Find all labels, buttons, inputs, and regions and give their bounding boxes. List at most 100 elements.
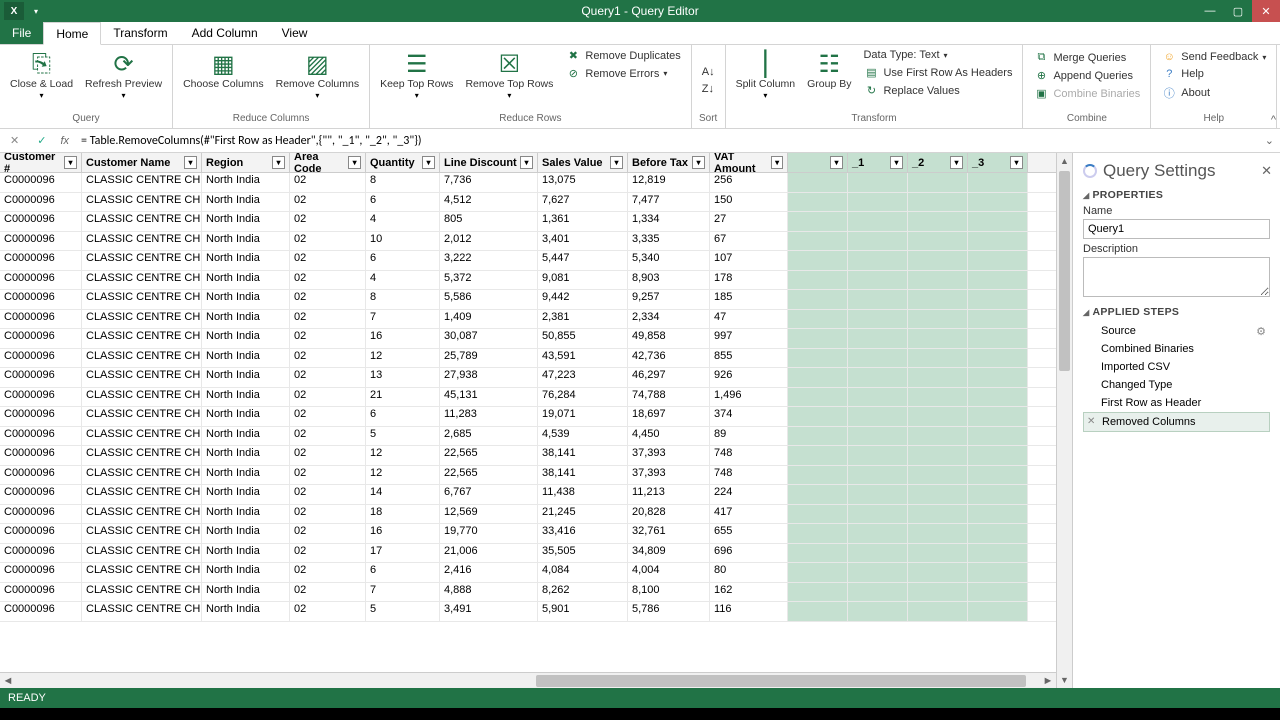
- delete-step-icon[interactable]: ✕: [1087, 416, 1095, 427]
- filter-dropdown-icon[interactable]: ▾: [610, 156, 623, 169]
- column-header[interactable]: Customer #▾: [0, 153, 82, 172]
- table-row[interactable]: C0000096CLASSIC CENTRE CHDNorth India026…: [0, 251, 1056, 271]
- filter-dropdown-icon[interactable]: ▾: [1010, 156, 1023, 169]
- close-button[interactable]: ✕: [1252, 0, 1280, 22]
- filter-dropdown-icon[interactable]: ▾: [184, 156, 197, 169]
- scroll-up-icon[interactable]: ▲: [1057, 153, 1072, 169]
- help-button[interactable]: ?Help: [1157, 66, 1208, 82]
- collapse-ribbon-icon[interactable]: ^: [1271, 114, 1276, 126]
- step-settings-icon[interactable]: ⚙: [1256, 325, 1266, 338]
- filter-dropdown-icon[interactable]: ▾: [692, 156, 705, 169]
- table-row[interactable]: C0000096CLASSIC CENTRE CHDNorth India021…: [0, 368, 1056, 388]
- tab-view[interactable]: View: [270, 22, 320, 44]
- split-column-button[interactable]: ⎮Split Column▾: [732, 47, 800, 102]
- table-row[interactable]: C0000096CLASSIC CENTRE CHDNorth India027…: [0, 583, 1056, 603]
- filter-dropdown-icon[interactable]: ▾: [520, 156, 533, 169]
- formula-cancel-icon[interactable]: ✕: [6, 134, 23, 147]
- close-load-button[interactable]: ⎘Close & Load▾: [6, 47, 77, 102]
- query-description-input[interactable]: [1083, 257, 1270, 297]
- formula-expand-icon[interactable]: ⌄: [1265, 134, 1274, 147]
- formula-input[interactable]: [79, 132, 1255, 150]
- table-row[interactable]: C0000096CLASSIC CENTRE CHDNorth India028…: [0, 290, 1056, 310]
- refresh-preview-button[interactable]: ⟳Refresh Preview▾: [81, 47, 166, 102]
- about-button[interactable]: ⓘAbout: [1157, 83, 1214, 103]
- filter-dropdown-icon[interactable]: ▾: [830, 156, 843, 169]
- merge-queries-button[interactable]: ⧉Merge Queries: [1029, 49, 1130, 66]
- filter-dropdown-icon[interactable]: ▾: [272, 156, 285, 169]
- sort-desc-button[interactable]: Z↓: [698, 81, 718, 97]
- table-row[interactable]: C0000096CLASSIC CENTRE CHDNorth India026…: [0, 563, 1056, 583]
- table-row[interactable]: C0000096CLASSIC CENTRE CHDNorth India021…: [0, 466, 1056, 486]
- applied-step[interactable]: Combined Binaries: [1083, 340, 1270, 358]
- applied-step[interactable]: Source⚙: [1083, 322, 1270, 340]
- applied-step[interactable]: Changed Type: [1083, 376, 1270, 394]
- column-header[interactable]: Line Discount▾: [440, 153, 538, 172]
- applied-step[interactable]: Imported CSV: [1083, 358, 1270, 376]
- group-by-button[interactable]: ☷Group By: [803, 47, 855, 93]
- column-header[interactable]: ▾: [788, 153, 848, 172]
- settings-close-button[interactable]: ✕: [1261, 163, 1272, 179]
- scroll-left-icon[interactable]: ◄: [0, 675, 16, 687]
- first-row-headers-button[interactable]: ▤Use First Row As Headers: [859, 64, 1016, 81]
- table-row[interactable]: C0000096CLASSIC CENTRE CHDNorth India026…: [0, 193, 1056, 213]
- applied-step[interactable]: ✕Removed Columns: [1083, 412, 1270, 432]
- filter-dropdown-icon[interactable]: ▾: [771, 156, 783, 169]
- applied-steps-header[interactable]: APPLIED STEPS: [1083, 306, 1270, 318]
- data-type-button[interactable]: Data Type: Text ▾: [859, 47, 1016, 63]
- column-header[interactable]: _2▾: [908, 153, 968, 172]
- filter-dropdown-icon[interactable]: ▾: [64, 156, 77, 169]
- replace-values-button[interactable]: ↻Replace Values: [859, 82, 1016, 99]
- fx-icon[interactable]: fx: [60, 135, 69, 147]
- minimize-button[interactable]: —: [1196, 0, 1224, 22]
- scroll-down-icon[interactable]: ▼: [1057, 672, 1072, 688]
- scroll-right-icon[interactable]: ►: [1040, 675, 1056, 687]
- tab-add-column[interactable]: Add Column: [180, 22, 270, 44]
- filter-dropdown-icon[interactable]: ▾: [950, 156, 963, 169]
- filter-dropdown-icon[interactable]: ▾: [422, 156, 435, 169]
- table-row[interactable]: C0000096CLASSIC CENTRE CHDNorth India027…: [0, 310, 1056, 330]
- vertical-scrollbar[interactable]: ▲ ▼: [1056, 153, 1072, 688]
- combine-binaries-button[interactable]: ▣Combine Binaries: [1029, 85, 1144, 102]
- tab-transform[interactable]: Transform: [101, 22, 179, 44]
- table-row[interactable]: C0000096CLASSIC CENTRE CHDNorth India025…: [0, 427, 1056, 447]
- properties-header[interactable]: PROPERTIES: [1083, 189, 1270, 201]
- column-header[interactable]: Quantity▾: [366, 153, 440, 172]
- filter-dropdown-icon[interactable]: ▾: [890, 156, 903, 169]
- column-header[interactable]: Before Tax▾: [628, 153, 710, 172]
- table-row[interactable]: C0000096CLASSIC CENTRE CHDNorth India026…: [0, 407, 1056, 427]
- formula-accept-icon[interactable]: ✓: [33, 134, 50, 147]
- remove-top-rows-button[interactable]: ☒Remove Top Rows▾: [461, 47, 557, 102]
- tab-file[interactable]: File: [0, 22, 43, 44]
- table-row[interactable]: C0000096CLASSIC CENTRE CHDNorth India021…: [0, 505, 1056, 525]
- remove-duplicates-button[interactable]: ✖Remove Duplicates: [561, 47, 684, 64]
- sort-asc-button[interactable]: A↓: [698, 64, 719, 80]
- applied-step[interactable]: First Row as Header: [1083, 394, 1270, 412]
- table-row[interactable]: C0000096CLASSIC CENTRE CHDNorth India021…: [0, 349, 1056, 369]
- table-row[interactable]: C0000096CLASSIC CENTRE CHDNorth India021…: [0, 485, 1056, 505]
- choose-columns-button[interactable]: ▦Choose Columns: [179, 47, 268, 93]
- query-name-input[interactable]: [1083, 219, 1270, 239]
- maximize-button[interactable]: ▢: [1224, 0, 1252, 22]
- table-row[interactable]: C0000096CLASSIC CENTRE CHDNorth India025…: [0, 602, 1056, 622]
- tab-home[interactable]: Home: [43, 22, 101, 45]
- remove-columns-button[interactable]: ▨Remove Columns▾: [272, 47, 363, 102]
- table-row[interactable]: C0000096CLASSIC CENTRE CHDNorth India021…: [0, 329, 1056, 349]
- table-row[interactable]: C0000096CLASSIC CENTRE CHDNorth India021…: [0, 446, 1056, 466]
- table-row[interactable]: C0000096CLASSIC CENTRE CHDNorth India024…: [0, 212, 1056, 232]
- qat-dropdown-icon[interactable]: ▾: [26, 2, 46, 20]
- append-queries-button[interactable]: ⊕Append Queries: [1029, 67, 1137, 84]
- column-header[interactable]: Sales Value▾: [538, 153, 628, 172]
- column-header[interactable]: VAT Amount▾: [710, 153, 788, 172]
- table-row[interactable]: C0000096CLASSIC CENTRE CHDNorth India024…: [0, 271, 1056, 291]
- filter-dropdown-icon[interactable]: ▾: [348, 156, 361, 169]
- column-header[interactable]: _1▾: [848, 153, 908, 172]
- table-row[interactable]: C0000096CLASSIC CENTRE CHDNorth India021…: [0, 544, 1056, 564]
- table-row[interactable]: C0000096CLASSIC CENTRE CHDNorth India021…: [0, 232, 1056, 252]
- column-header[interactable]: Customer Name▾: [82, 153, 202, 172]
- keep-top-rows-button[interactable]: ☰Keep Top Rows▾: [376, 47, 457, 102]
- column-header[interactable]: Area Code▾: [290, 153, 366, 172]
- remove-errors-button[interactable]: ⊘Remove Errors ▾: [561, 65, 684, 82]
- column-header[interactable]: Region▾: [202, 153, 290, 172]
- table-row[interactable]: C0000096CLASSIC CENTRE CHDNorth India021…: [0, 524, 1056, 544]
- horizontal-scrollbar[interactable]: ◄ ►: [0, 672, 1056, 688]
